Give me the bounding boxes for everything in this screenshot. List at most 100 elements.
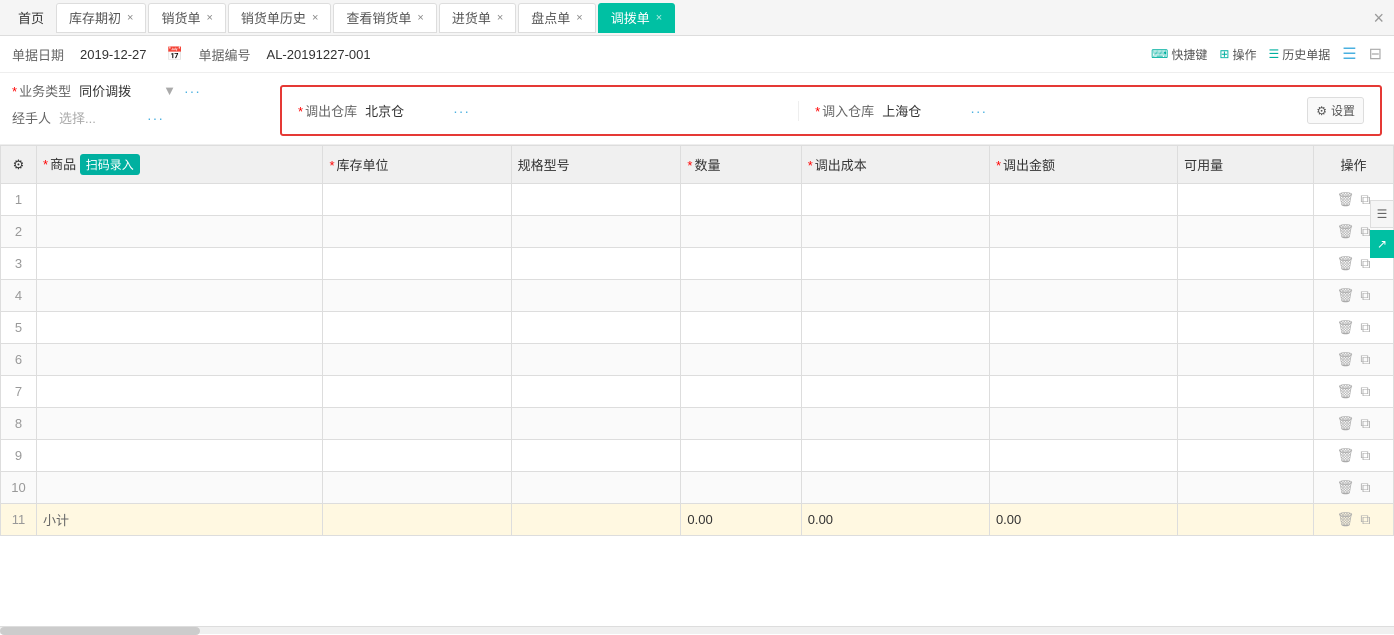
settings-button[interactable]: ⚙ 设置	[1307, 97, 1364, 124]
amount-cell-5[interactable]	[989, 312, 1177, 344]
window-close-button[interactable]: ×	[1373, 8, 1384, 29]
delete-icon-2[interactable]: 🗑	[1337, 223, 1355, 240]
product-cell-8[interactable]	[37, 408, 323, 440]
amount-cell-8[interactable]	[989, 408, 1177, 440]
available-cell-4[interactable]	[1178, 280, 1314, 312]
delete-icon-5[interactable]: 🗑	[1337, 319, 1355, 336]
handler-more[interactable]: ···	[147, 110, 164, 126]
available-cell-1[interactable]	[1178, 184, 1314, 216]
history-btn[interactable]: ☰ 历史单据	[1268, 46, 1330, 63]
tab-close-inventory-check[interactable]: ×	[576, 12, 582, 24]
business-type-select[interactable]: 同价调拨 ▼	[79, 81, 176, 100]
amount-cell-6[interactable]	[989, 344, 1177, 376]
available-cell-3[interactable]	[1178, 248, 1314, 280]
spec-cell-5[interactable]	[511, 312, 681, 344]
product-cell-3[interactable]	[37, 248, 323, 280]
copy-icon-11[interactable]: ⧉	[1360, 511, 1370, 528]
delete-icon-4[interactable]: 🗑	[1337, 287, 1355, 304]
cost-cell-10[interactable]	[801, 472, 989, 504]
tab-inventory-init[interactable]: 库存期初 ×	[56, 3, 146, 33]
spec-cell-10[interactable]	[511, 472, 681, 504]
date-value[interactable]: 2019-12-27	[80, 47, 147, 62]
tab-close-transfer-order[interactable]: ×	[656, 12, 662, 24]
copy-icon-3[interactable]: ⧉	[1360, 255, 1370, 272]
calendar-icon[interactable]: 📅	[167, 46, 183, 62]
tab-close-inventory-init[interactable]: ×	[127, 12, 133, 24]
float-expand-btn[interactable]: ↗	[1370, 230, 1394, 258]
unit-cell-8[interactable]	[323, 408, 511, 440]
cost-cell-5[interactable]	[801, 312, 989, 344]
cost-cell-7[interactable]	[801, 376, 989, 408]
qty-cell-9[interactable]	[681, 440, 801, 472]
copy-icon-2[interactable]: ⧉	[1360, 223, 1370, 240]
col-settings[interactable]: ⚙	[1, 146, 37, 184]
copy-icon-5[interactable]: ⧉	[1360, 319, 1370, 336]
cost-cell-8[interactable]	[801, 408, 989, 440]
tab-sales-order[interactable]: 销货单 ×	[148, 3, 225, 33]
tab-view-sales[interactable]: 查看销货单 ×	[333, 3, 436, 33]
qty-cell-10[interactable]	[681, 472, 801, 504]
available-cell-10[interactable]	[1178, 472, 1314, 504]
amount-cell-3[interactable]	[989, 248, 1177, 280]
cost-cell-1[interactable]	[801, 184, 989, 216]
copy-icon-9[interactable]: ⧉	[1360, 447, 1370, 464]
copy-icon-1[interactable]: ⧉	[1360, 191, 1370, 208]
tab-inventory-check[interactable]: 盘点单 ×	[518, 3, 595, 33]
delete-icon-10[interactable]: 🗑	[1337, 479, 1355, 496]
spec-cell-7[interactable]	[511, 376, 681, 408]
product-cell-9[interactable]	[37, 440, 323, 472]
available-cell-6[interactable]	[1178, 344, 1314, 376]
copy-icon-4[interactable]: ⧉	[1360, 287, 1370, 304]
cost-cell-9[interactable]	[801, 440, 989, 472]
spec-cell-8[interactable]	[511, 408, 681, 440]
list-view-btn[interactable]: ☰	[1342, 44, 1356, 64]
warehouse-out-more[interactable]: ···	[453, 103, 470, 119]
available-cell-9[interactable]	[1178, 440, 1314, 472]
qty-cell-7[interactable]	[681, 376, 801, 408]
amount-cell-1[interactable]	[989, 184, 1177, 216]
cost-cell-3[interactable]	[801, 248, 989, 280]
copy-icon-8[interactable]: ⧉	[1360, 415, 1370, 432]
tab-home[interactable]: 首页	[8, 8, 54, 27]
spec-cell-9[interactable]	[511, 440, 681, 472]
float-list-btn[interactable]: ☰	[1370, 200, 1394, 228]
warehouse-in-more[interactable]: ···	[970, 103, 987, 119]
tab-close-sales-order[interactable]: ×	[206, 12, 212, 24]
grid-view-btn[interactable]: ⊟	[1369, 44, 1382, 64]
tab-purchase-order[interactable]: 进货单 ×	[439, 3, 516, 33]
operations-btn[interactable]: ⊞ 操作	[1219, 46, 1256, 63]
delete-icon-9[interactable]: 🗑	[1337, 447, 1355, 464]
available-cell-2[interactable]	[1178, 216, 1314, 248]
qty-cell-4[interactable]	[681, 280, 801, 312]
col-settings-icon[interactable]: ⚙	[13, 157, 25, 172]
tab-transfer-order[interactable]: 调拨单 ×	[598, 3, 675, 33]
product-cell-6[interactable]	[37, 344, 323, 376]
business-type-more[interactable]: ···	[184, 83, 201, 99]
shortcuts-btn[interactable]: ⌨ 快捷键	[1151, 46, 1207, 63]
delete-icon-7[interactable]: 🗑	[1337, 383, 1355, 400]
qty-cell-2[interactable]	[681, 216, 801, 248]
available-cell-5[interactable]	[1178, 312, 1314, 344]
spec-cell-3[interactable]	[511, 248, 681, 280]
available-cell-7[interactable]	[1178, 376, 1314, 408]
delete-icon-1[interactable]: 🗑	[1337, 191, 1355, 208]
amount-cell-9[interactable]	[989, 440, 1177, 472]
unit-cell-10[interactable]	[323, 472, 511, 504]
available-cell-8[interactable]	[1178, 408, 1314, 440]
tab-close-view-sales[interactable]: ×	[417, 12, 423, 24]
unit-cell-1[interactable]	[323, 184, 511, 216]
spec-cell-6[interactable]	[511, 344, 681, 376]
qty-cell-3[interactable]	[681, 248, 801, 280]
spec-cell-2[interactable]	[511, 216, 681, 248]
amount-cell-10[interactable]	[989, 472, 1177, 504]
unit-cell-3[interactable]	[323, 248, 511, 280]
unit-cell-9[interactable]	[323, 440, 511, 472]
delete-icon-8[interactable]: 🗑	[1337, 415, 1355, 432]
product-cell-5[interactable]	[37, 312, 323, 344]
cost-cell-4[interactable]	[801, 280, 989, 312]
copy-icon-6[interactable]: ⧉	[1360, 351, 1370, 368]
product-cell-2[interactable]	[37, 216, 323, 248]
tab-close-sales-history[interactable]: ×	[312, 12, 318, 24]
delete-icon-11[interactable]: 🗑	[1337, 511, 1355, 528]
handler-value[interactable]: 选择...	[59, 108, 139, 127]
